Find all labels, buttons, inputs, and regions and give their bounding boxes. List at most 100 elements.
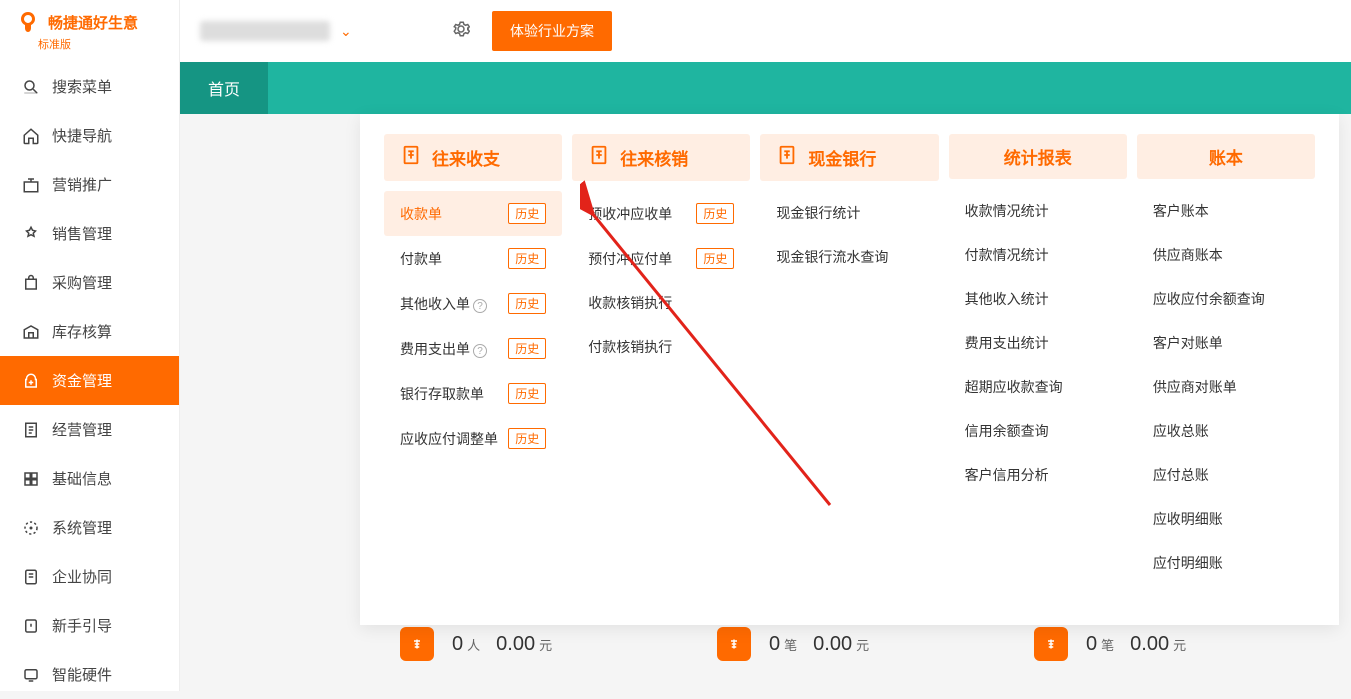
stat-unit2: 元 bbox=[539, 635, 552, 654]
sidebar-item-purchase[interactable]: 采购管理 bbox=[0, 258, 179, 307]
sidebar-item-label: 基础信息 bbox=[52, 468, 112, 489]
flyout-item[interactable]: 其他收入统计 bbox=[949, 277, 1127, 321]
sidebar-item-hardware[interactable]: 智能硬件 bbox=[0, 650, 179, 699]
flyout-item-label: 超期应收款查询 bbox=[965, 377, 1063, 397]
brand-edition: 标准版 bbox=[38, 36, 179, 52]
enterprise-icon bbox=[22, 568, 40, 586]
flyout-item-label: 应收明细账 bbox=[1153, 509, 1223, 529]
flyout-item[interactable]: 信用余额查询 bbox=[949, 409, 1127, 453]
flyout-item[interactable]: 付款核销执行 bbox=[572, 325, 750, 369]
quicknav-icon bbox=[22, 127, 40, 145]
flyout-item-label: 费用支出统计 bbox=[965, 333, 1049, 353]
stat-unit1: 人 bbox=[467, 635, 480, 654]
newbie-icon bbox=[22, 617, 40, 635]
tab-home[interactable]: 首页 bbox=[180, 62, 268, 114]
flyout-column-header: 往来核销 bbox=[572, 134, 750, 181]
topbar: ⌄ 体验行业方案 bbox=[180, 0, 1351, 62]
stat-count: 0 bbox=[769, 633, 780, 656]
funds-icon bbox=[22, 372, 40, 390]
flyout-item[interactable]: 应付总账 bbox=[1137, 453, 1315, 497]
org-name-redacted bbox=[200, 21, 330, 41]
sidebar-item-label: 智能硬件 bbox=[52, 664, 112, 685]
sidebar-item-enterprise[interactable]: 企业协同 bbox=[0, 552, 179, 601]
flyout-item[interactable]: 现金银行流水查询 bbox=[760, 235, 938, 279]
flyout-item-label: 现金银行流水查询 bbox=[776, 247, 888, 267]
flyout-item[interactable]: 银行存取款单历史 bbox=[384, 371, 562, 416]
history-badge[interactable]: 历史 bbox=[696, 248, 734, 269]
sidebar-item-marketing[interactable]: 营销推广 bbox=[0, 160, 179, 209]
sidebar: 畅捷通好生意 标准版 搜索菜单快捷导航营销推广销售管理采购管理库存核算资金管理经… bbox=[0, 0, 180, 691]
flyout-column: 现金银行现金银行统计现金银行流水查询 bbox=[760, 134, 938, 585]
gear-icon[interactable] bbox=[452, 20, 470, 43]
sidebar-item-basic[interactable]: 基础信息 bbox=[0, 454, 179, 503]
sidebar-item-label: 经营管理 bbox=[52, 419, 112, 440]
flyout-column-header: 账本 bbox=[1137, 134, 1315, 179]
flyout-item-label: 其他收入统计 bbox=[965, 289, 1049, 309]
sidebar-item-inventory[interactable]: 库存核算 bbox=[0, 307, 179, 356]
history-badge[interactable]: 历史 bbox=[508, 248, 546, 269]
sidebar-item-system[interactable]: 系统管理 bbox=[0, 503, 179, 552]
flyout-column-header: 统计报表 bbox=[949, 134, 1127, 179]
flyout-item-label: 应收应付调整单 bbox=[400, 429, 498, 449]
org-selector[interactable]: ⌄ bbox=[200, 21, 440, 41]
stat-unit2: 元 bbox=[856, 635, 869, 654]
flyout-item-label: 客户对账单 bbox=[1153, 333, 1223, 353]
flyout-item[interactable]: 收款单历史 bbox=[384, 191, 562, 236]
flyout-item-label: 付款单 bbox=[400, 249, 442, 269]
cta-button[interactable]: 体验行业方案 bbox=[492, 11, 612, 51]
flyout-item[interactable]: 应收应付调整单历史 bbox=[384, 416, 562, 461]
sidebar-item-newbie[interactable]: 新手引导 bbox=[0, 601, 179, 650]
stat-icon bbox=[1034, 627, 1068, 661]
flyout-item[interactable]: 现金银行统计 bbox=[760, 191, 938, 235]
flyout-item[interactable]: 客户账本 bbox=[1137, 189, 1315, 233]
flyout-item[interactable]: 供应商账本 bbox=[1137, 233, 1315, 277]
flyout-column: 往来核销预收冲应收单历史预付冲应付单历史收款核销执行付款核销执行 bbox=[572, 134, 750, 585]
flyout-column-title: 统计报表 bbox=[1004, 144, 1072, 169]
flyout-item-label: 其他收入单? bbox=[400, 294, 487, 314]
sidebar-item-operation[interactable]: 经营管理 bbox=[0, 405, 179, 454]
operation-icon bbox=[22, 421, 40, 439]
sidebar-item-funds[interactable]: 资金管理 bbox=[0, 356, 179, 405]
flyout-item[interactable]: 收款情况统计 bbox=[949, 189, 1127, 233]
flyout-item[interactable]: 客户信用分析 bbox=[949, 453, 1127, 497]
brand-name: 畅捷通好生意 bbox=[48, 12, 138, 33]
flyout-column-header: 往来收支 bbox=[384, 134, 562, 181]
doc-icon bbox=[776, 144, 798, 171]
flyout-item[interactable]: 应付明细账 bbox=[1137, 541, 1315, 585]
flyout-item[interactable]: 收款核销执行 bbox=[572, 281, 750, 325]
brand-logo-icon bbox=[16, 10, 40, 34]
flyout-item[interactable]: 超期应收款查询 bbox=[949, 365, 1127, 409]
flyout-item[interactable]: 预收冲应收单历史 bbox=[572, 191, 750, 236]
stat-unit1: 笔 bbox=[784, 635, 797, 654]
help-icon: ? bbox=[473, 299, 487, 313]
sidebar-item-label: 系统管理 bbox=[52, 517, 112, 538]
history-badge[interactable]: 历史 bbox=[508, 338, 546, 359]
sidebar-item-sales[interactable]: 销售管理 bbox=[0, 209, 179, 258]
flyout-item[interactable]: 其他收入单? 历史 bbox=[384, 281, 562, 326]
flyout-item[interactable]: 费用支出统计 bbox=[949, 321, 1127, 365]
stat-item: 0笔0.00元 bbox=[717, 627, 994, 661]
history-badge[interactable]: 历史 bbox=[508, 293, 546, 314]
flyout-item[interactable]: 应收总账 bbox=[1137, 409, 1315, 453]
flyout-item[interactable]: 付款情况统计 bbox=[949, 233, 1127, 277]
flyout-column-title: 往来收支 bbox=[432, 145, 500, 170]
sidebar-item-search[interactable]: 搜索菜单 bbox=[0, 62, 179, 111]
sidebar-item-label: 采购管理 bbox=[52, 272, 112, 293]
history-badge[interactable]: 历史 bbox=[696, 203, 734, 224]
stat-item: 0人0.00元 bbox=[400, 627, 677, 661]
history-badge[interactable]: 历史 bbox=[508, 203, 546, 224]
logo: 畅捷通好生意 bbox=[0, 0, 179, 40]
flyout-item[interactable]: 应收应付余额查询 bbox=[1137, 277, 1315, 321]
inventory-icon bbox=[22, 323, 40, 341]
sidebar-item-label: 营销推广 bbox=[52, 174, 112, 195]
flyout-item[interactable]: 预付冲应付单历史 bbox=[572, 236, 750, 281]
history-badge[interactable]: 历史 bbox=[508, 383, 546, 404]
flyout-item[interactable]: 供应商对账单 bbox=[1137, 365, 1315, 409]
flyout-item[interactable]: 费用支出单?历史 bbox=[384, 326, 562, 371]
sidebar-item-quicknav[interactable]: 快捷导航 bbox=[0, 111, 179, 160]
flyout-item[interactable]: 客户对账单 bbox=[1137, 321, 1315, 365]
history-badge[interactable]: 历史 bbox=[508, 428, 546, 449]
help-icon: ? bbox=[473, 344, 487, 358]
flyout-item[interactable]: 应收明细账 bbox=[1137, 497, 1315, 541]
flyout-item[interactable]: 付款单 历史 bbox=[384, 236, 562, 281]
